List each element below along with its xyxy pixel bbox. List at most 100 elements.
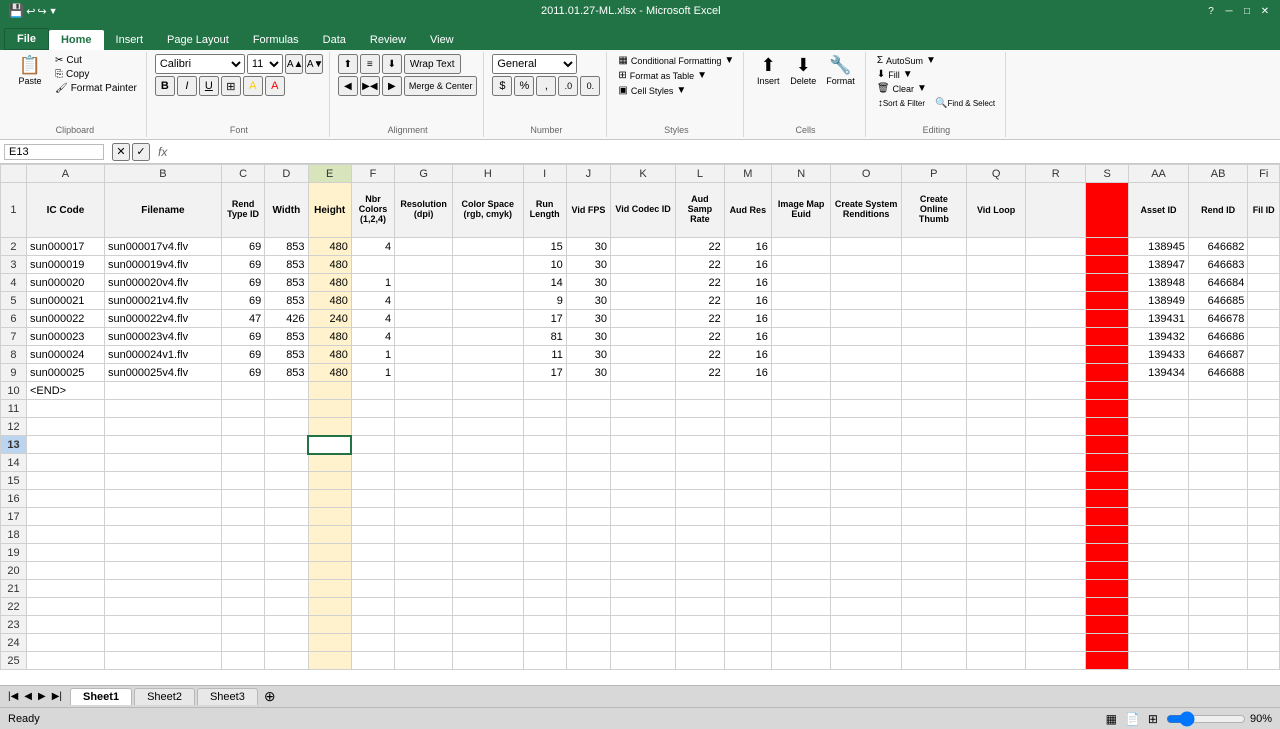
cell-1-M[interactable]: Aud Res: [724, 183, 771, 238]
cell-9-G[interactable]: [395, 364, 453, 382]
cell-7-L[interactable]: 22: [676, 328, 725, 346]
cell-10-I[interactable]: [523, 382, 566, 400]
window-controls[interactable]: ? ─ □ ✕: [1204, 4, 1272, 18]
cell-7-S[interactable]: [1085, 328, 1128, 346]
paste-button[interactable]: 📋 Paste: [10, 54, 50, 88]
cell-8-R[interactable]: [1026, 346, 1086, 364]
find-select-button[interactable]: 🔍 Find & Select: [931, 96, 999, 111]
sheet-tab-3[interactable]: Sheet3: [197, 688, 258, 705]
name-box[interactable]: [4, 144, 104, 160]
cell-3-P[interactable]: [901, 256, 966, 274]
cell-5-M[interactable]: 16: [724, 292, 771, 310]
cell-1-Fi[interactable]: Fil ID: [1248, 183, 1280, 238]
cell-7-A[interactable]: sun000023: [26, 328, 104, 346]
cell-9-L[interactable]: 22: [676, 364, 725, 382]
cell-8-M[interactable]: 16: [724, 346, 771, 364]
cell-9-AB[interactable]: 646688: [1188, 364, 1248, 382]
cell-10-Q[interactable]: [966, 382, 1026, 400]
cell-3-C[interactable]: 69: [221, 256, 264, 274]
insert-button[interactable]: ⬆ Insert: [752, 54, 784, 88]
cell-5-AA[interactable]: 138949: [1129, 292, 1189, 310]
cell-6-G[interactable]: [395, 310, 453, 328]
cell-3-R[interactable]: [1026, 256, 1086, 274]
col-header-B[interactable]: B: [104, 165, 221, 183]
cell-5-K[interactable]: [611, 292, 676, 310]
cell-9-E[interactable]: 480: [308, 364, 351, 382]
cell-5-R[interactable]: [1026, 292, 1086, 310]
cell-6-S[interactable]: [1085, 310, 1128, 328]
cell-9-S[interactable]: [1085, 364, 1128, 382]
help-icon[interactable]: ?: [1204, 4, 1218, 18]
cell-2-O[interactable]: [831, 238, 901, 256]
next-sheet-button[interactable]: ▶: [36, 689, 48, 704]
cell-10-K[interactable]: [611, 382, 676, 400]
cell-3-AA[interactable]: 138947: [1129, 256, 1189, 274]
new-sheet-button[interactable]: ⊕: [264, 688, 276, 705]
cell-8-O[interactable]: [831, 346, 901, 364]
cell-4-AB[interactable]: 646684: [1188, 274, 1248, 292]
cell-1-A[interactable]: IC Code: [26, 183, 104, 238]
cell-1-AA[interactable]: Asset ID: [1129, 183, 1189, 238]
autosum-button[interactable]: Σ AutoSum ▼: [874, 54, 939, 67]
cell-6-A[interactable]: sun000022: [26, 310, 104, 328]
cell-3-F[interactable]: [351, 256, 394, 274]
cell-5-AB[interactable]: 646685: [1188, 292, 1248, 310]
cell-10-E[interactable]: [308, 382, 351, 400]
cell-3-D[interactable]: 853: [265, 256, 308, 274]
cell-10-AB[interactable]: [1188, 382, 1248, 400]
cell-2-K[interactable]: [611, 238, 676, 256]
cell-7-Q[interactable]: [966, 328, 1026, 346]
percent-button[interactable]: %: [514, 76, 534, 96]
cell-5-O[interactable]: [831, 292, 901, 310]
cell-9-C[interactable]: 69: [221, 364, 264, 382]
col-header-P[interactable]: P: [901, 165, 966, 183]
cell-3-N[interactable]: [771, 256, 831, 274]
cell-6-AA[interactable]: 139431: [1129, 310, 1189, 328]
cell-9-J[interactable]: 30: [566, 364, 610, 382]
cell-9-M[interactable]: 16: [724, 364, 771, 382]
cell-8-S[interactable]: [1085, 346, 1128, 364]
font-size-select[interactable]: 11: [247, 54, 283, 74]
col-header-AA[interactable]: AA: [1129, 165, 1189, 183]
cell-2-S[interactable]: [1085, 238, 1128, 256]
cell-10-C[interactable]: [221, 382, 264, 400]
sheet-tab-2[interactable]: Sheet2: [134, 688, 195, 705]
cell-10-D[interactable]: [265, 382, 308, 400]
cell-7-O[interactable]: [831, 328, 901, 346]
cell-1-J[interactable]: Vid FPS: [566, 183, 610, 238]
cell-4-K[interactable]: [611, 274, 676, 292]
col-header-M[interactable]: M: [724, 165, 771, 183]
cell-7-C[interactable]: 69: [221, 328, 264, 346]
cell-7-Fi[interactable]: [1248, 328, 1280, 346]
cell-4-P[interactable]: [901, 274, 966, 292]
cell-8-N[interactable]: [771, 346, 831, 364]
col-header-L[interactable]: L: [676, 165, 725, 183]
align-middle-button[interactable]: ≡: [360, 54, 380, 74]
cell-9-D[interactable]: 853: [265, 364, 308, 382]
normal-view-button[interactable]: ▦: [1106, 712, 1117, 726]
tab-review[interactable]: Review: [358, 30, 418, 50]
borders-button[interactable]: ⊞: [221, 76, 241, 96]
cell-8-G[interactable]: [395, 346, 453, 364]
cell-10-H[interactable]: [453, 382, 523, 400]
cell-4-I[interactable]: 14: [523, 274, 566, 292]
cell-2-J[interactable]: 30: [566, 238, 610, 256]
align-bottom-button[interactable]: ⬇: [382, 54, 402, 74]
sheet-nav[interactable]: |◀ ◀ ▶ ▶|: [2, 689, 68, 704]
cell-7-D[interactable]: 853: [265, 328, 308, 346]
cell-10-N[interactable]: [771, 382, 831, 400]
cell-5-J[interactable]: 30: [566, 292, 610, 310]
cell-5-Q[interactable]: [966, 292, 1026, 310]
cell-8-C[interactable]: 69: [221, 346, 264, 364]
cell-2-N[interactable]: [771, 238, 831, 256]
cell-3-S[interactable]: [1085, 256, 1128, 274]
first-sheet-button[interactable]: |◀: [6, 689, 20, 704]
cell-7-E[interactable]: 480: [308, 328, 351, 346]
cell-4-O[interactable]: [831, 274, 901, 292]
cell-4-R[interactable]: [1026, 274, 1086, 292]
cell-4-AA[interactable]: 138948: [1129, 274, 1189, 292]
cell-styles-button[interactable]: ▣ Cell Styles ▼: [615, 84, 689, 97]
cell-10-M[interactable]: [724, 382, 771, 400]
cell-10-O[interactable]: [831, 382, 901, 400]
cell-3-J[interactable]: 30: [566, 256, 610, 274]
